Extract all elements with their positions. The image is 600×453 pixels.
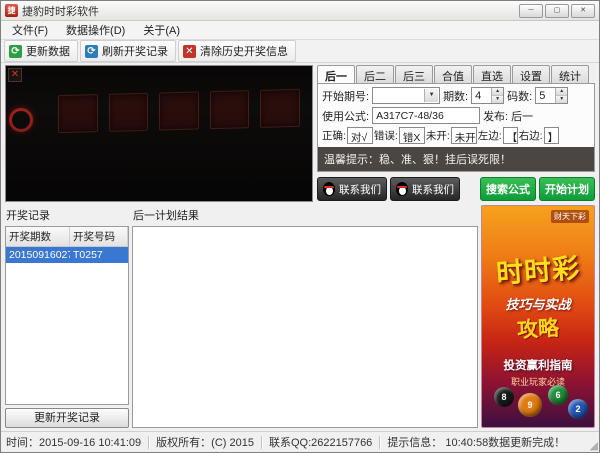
ad-banner[interactable]: 财天下彩 时时彩 技巧与实战 攻略 投资赢利指南 职业玩家必读 8 9 6 2 [481,205,595,428]
tab-houer[interactable]: 后二 [356,65,394,83]
wrong-field[interactable]: 错X [398,127,425,144]
records-col-number: 开奖号码 [70,227,128,246]
ad-subtitle-2: 攻略 [516,316,560,343]
status-copyright: 版权所有：(C) 2015 [156,437,254,449]
refresh-records-button[interactable]: ⟳ 刷新开奖记录 [80,40,176,62]
periods-value: 4 [475,90,482,102]
periods-label: 期数: [443,90,469,103]
clear-history-button[interactable]: ✕ 清除历史开奖信息 [178,40,296,62]
update-data-icon: ⟳ [9,44,22,58]
results-output-area [132,226,478,428]
menu-item-data[interactable]: 数据操作(D) [57,20,134,40]
ball-icon: 2 [568,399,588,419]
app-icon: 捷 [5,4,18,17]
stepper-arrows-icon[interactable]: ▲ ▼ [491,88,504,103]
action-row: 联系我们 联系我们 搜索公式 开始计划 [317,176,595,202]
maximize-button[interactable]: ▢ [545,3,569,18]
ad-line-1: 投资赢利指南 [503,360,573,372]
records-panel: 开奖记录 开奖期数 开奖号码 20150916027 T0257 更新开奖记录 [5,205,129,428]
stepper-arrows-icon[interactable]: ▲ ▼ [555,88,568,103]
ad-title: 时时彩 [495,253,582,289]
codes-label: 码数: [507,90,533,103]
lottery-balls-image: 8 9 6 2 [482,377,594,421]
toolbar: ⟳ 更新数据 ⟳ 刷新开奖记录 ✕ 清除历史开奖信息 [1,40,599,63]
ball-icon: 8 [494,387,514,407]
tab-strip: 后一 后二 后三 合值 直选 设置 统计 [317,65,595,83]
right-bracket-field[interactable]: 】 [543,127,559,144]
contact-us-button-2[interactable]: 联系我们 [390,177,460,201]
table-row[interactable]: 20150916027 T0257 [6,247,128,263]
formula-label: 使用公式: [322,110,370,123]
resize-grip[interactable]: ◢ [590,441,598,452]
app-window: 捷 捷豹时时彩软件 ─ ▢ ✕ 文件(F) 数据操作(D) 关于(A) ⟳ 更新… [0,0,600,453]
publish-label: 发布: [483,110,509,123]
start-issue-label: 开始期号: [322,90,370,103]
left-bracket-label: 左边: [477,130,502,142]
status-time: 时间：2015-09-16 10:41:09 [6,437,142,449]
tab-settings[interactable]: 设置 [512,65,550,83]
menu-item-about[interactable]: 关于(A) [134,20,189,40]
status-qq: 联系QQ:2622157766 [268,437,373,449]
results-title: 后一计划结果 [133,210,199,222]
update-records-button[interactable]: 更新开奖记录 [5,408,129,428]
formula-field[interactable]: A317C7-48/36 [372,107,481,124]
chevron-down-icon: ▼ [424,89,439,102]
correct-label: 正确: [322,130,346,142]
bottom-area: 开奖记录 开奖期数 开奖号码 20150916027 T0257 更新开奖记录 … [1,204,599,431]
status-tip: 提示信息： 10:40:58数据更新完成！ [387,437,566,449]
refresh-records-label: 刷新开奖记录 [102,46,168,58]
main-area: ✕ 后一 后二 后三 合值 直选 设置 统计 开始期号: ▼ 期数: 4 ▲ ▼… [1,63,599,204]
video-panel: ✕ [5,65,313,202]
plan-panel: 后一 后二 后三 合值 直选 设置 统计 开始期号: ▼ 期数: 4 ▲ ▼ 码… [317,65,595,202]
periods-stepper[interactable]: 4 ▲ ▼ [471,87,505,104]
notopen-label: 未开: [425,130,450,142]
clear-history-label: 清除历史开奖信息 [200,46,288,58]
close-button[interactable]: ✕ [571,3,595,18]
ad-brand: 财天下彩 [551,210,589,223]
records-title: 开奖记录 [6,210,50,222]
tab-statistics[interactable]: 统计 [551,65,589,83]
qq-penguin-icon [396,182,408,196]
ad-subtitle: 技巧与实战 [505,297,571,312]
menu-item-file[interactable]: 文件(F) [3,20,57,40]
refresh-records-icon: ⟳ [85,44,98,58]
start-plan-button[interactable]: 开始计划 [539,177,595,201]
correct-field[interactable]: 对√ [346,127,373,144]
update-data-label: 更新数据 [26,46,70,58]
warm-tip-text: 温馨提示：稳、准、狠！挂后误死限！ [318,147,594,171]
wrong-label: 错误: [373,130,398,142]
ball-icon: 6 [548,385,568,405]
notopen-field[interactable]: 未开 [450,127,477,144]
clear-history-icon: ✕ [183,44,196,58]
publish-value: 后一 [511,110,534,123]
video-close-icon[interactable]: ✕ [8,68,22,82]
left-bracket-field[interactable]: 【 [502,127,518,144]
tab-housan[interactable]: 后三 [395,65,433,83]
tab-zhixuan[interactable]: 直选 [473,65,511,83]
statusbar: 时间：2015-09-16 10:41:09 版权所有：(C) 2015 联系Q… [1,431,599,452]
qq-penguin-icon [323,182,335,196]
titlebar: 捷 捷豹时时彩软件 ─ ▢ ✕ [1,1,599,21]
records-col-issue: 开奖期数 [6,227,70,246]
right-bracket-label: 右边: [518,130,543,142]
ball-icon: 9 [518,393,542,417]
codes-value: 5 [539,90,546,102]
menubar: 文件(F) 数据操作(D) 关于(A) [1,21,599,40]
records-table-header: 开奖期数 开奖号码 [6,227,128,247]
tab-content: 开始期号: ▼ 期数: 4 ▲ ▼ 码数: 5 ▲ ▼ 使用公式: A317C7… [317,83,595,172]
results-panel: 后一计划结果 [132,205,478,428]
codes-stepper[interactable]: 5 ▲ ▼ [535,87,569,104]
minimize-button[interactable]: ─ [519,3,543,18]
window-title: 捷豹时时彩软件 [22,5,99,18]
update-data-button[interactable]: ⟳ 更新数据 [4,40,78,62]
tab-houyi[interactable]: 后一 [317,65,355,83]
tab-hezhi[interactable]: 合值 [434,65,472,83]
contact-us-button-1[interactable]: 联系我们 [317,177,387,201]
records-table: 开奖期数 开奖号码 20150916027 T0257 [5,226,129,405]
start-issue-select[interactable]: ▼ [372,87,441,104]
search-formula-button[interactable]: 搜索公式 [480,177,536,201]
